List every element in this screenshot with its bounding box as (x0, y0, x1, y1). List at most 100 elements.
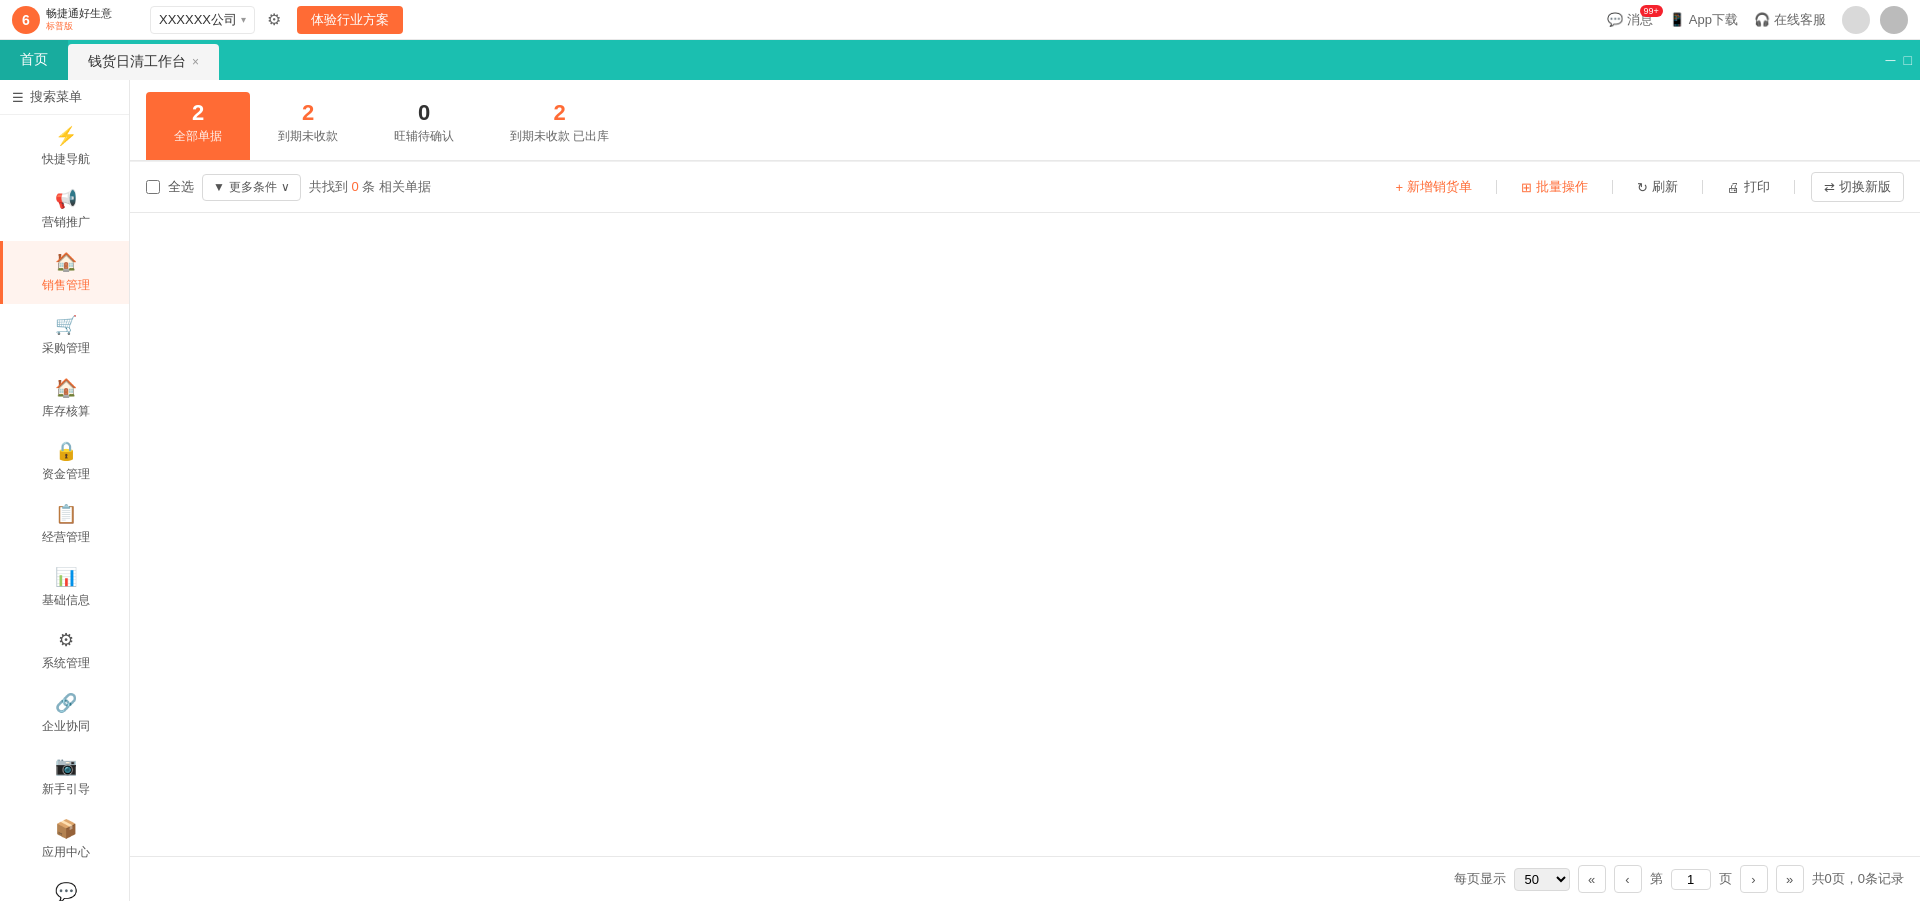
stat-tab-all[interactable]: 2 全部单据 (146, 92, 250, 160)
layout: ☰ 搜索菜单 ⚡ 快捷导航 📢 营销推广 🏠 销售管理 🛒 采购管理 🏠 库存核… (0, 80, 1920, 901)
online-service-label: 在线客服 (1774, 11, 1826, 29)
stat-label-overdue-unpaid: 到期未收款 (278, 128, 338, 145)
sidebar-item-marketing[interactable]: 📢 营销推广 (0, 178, 129, 241)
chevron-down-icon: ▾ (241, 14, 246, 25)
company-name: XXXXXX公司 (159, 11, 237, 29)
toolbar-right: + 新增销货单 ⊞ 批量操作 ↻ 刷新 🖨 打印 (1387, 172, 1904, 202)
sidebar-label: 销售管理 (42, 277, 90, 294)
sidebar-label: 采购管理 (42, 340, 90, 357)
switch-version-button[interactable]: ⇄ 切换新版 (1811, 172, 1904, 202)
stat-tab-overdue-unpaid[interactable]: 2 到期未收款 (250, 92, 366, 160)
box-icon: 📦 (55, 818, 77, 840)
sidebar-item-purchase[interactable]: 🛒 采购管理 (0, 304, 129, 367)
gear-icon: ⚙ (58, 629, 74, 651)
lightning-icon: ⚡ (55, 125, 77, 147)
sidebar-item-enterprise[interactable]: 🔗 企业协同 (0, 682, 129, 745)
batch-op-button[interactable]: ⊞ 批量操作 (1513, 174, 1596, 200)
sidebar-label: 库存核算 (42, 403, 90, 420)
stat-count-overdue-unpaid: 2 (302, 100, 314, 126)
chevron-icon: ∨ (281, 180, 290, 194)
sidebar-item-operations[interactable]: 📋 经营管理 (0, 493, 129, 556)
inventory-icon: 🏠 (55, 377, 77, 399)
sidebar-item-base-info[interactable]: 📊 基础信息 (0, 556, 129, 619)
avatar[interactable] (1842, 6, 1870, 34)
search-menu-button[interactable]: ☰ 搜索菜单 (0, 80, 129, 115)
print-button[interactable]: 🖨 打印 (1719, 174, 1778, 200)
sidebar-item-app-center[interactable]: 📦 应用中心 (0, 808, 129, 871)
company-selector[interactable]: XXXXXX公司 ▾ (150, 6, 255, 34)
trial-button[interactable]: 体验行业方案 (297, 6, 403, 34)
sidebar-item-finance[interactable]: 🔒 资金管理 (0, 430, 129, 493)
logo: 6 畅捷通好生意 标普版 (12, 6, 142, 34)
app-download-button[interactable]: 📱 App下载 (1669, 11, 1738, 29)
sidebar-label: 应用中心 (42, 844, 90, 861)
tab-home[interactable]: 首页 (0, 40, 68, 80)
toolbar: 全选 ▼ 更多条件 ∨ 共找到 0 条 相关单据 + 新增销货单 (130, 162, 1920, 213)
clipboard-icon: 📋 (55, 503, 77, 525)
new-sale-button[interactable]: + 新增销货单 (1387, 174, 1480, 200)
switch-version-label: 切换新版 (1839, 178, 1891, 196)
filter-button[interactable]: ▼ 更多条件 ∨ (202, 174, 301, 201)
batch-icon: ⊞ (1521, 180, 1532, 195)
page-prefix: 第 (1650, 870, 1663, 888)
stats-tabs: 2 全部单据 2 到期未收款 0 旺辅待确认 2 到期未收款 已出库 (130, 80, 1920, 161)
lock-icon: 🔒 (55, 440, 77, 462)
stat-tab-overdue-unshipped[interactable]: 2 到期未收款 已出库 (482, 92, 637, 160)
sidebar-item-quick-nav[interactable]: ⚡ 快捷导航 (0, 115, 129, 178)
search-menu-label: 搜索菜单 (30, 88, 82, 106)
stat-tab-wangwang[interactable]: 0 旺辅待确认 (366, 92, 482, 160)
refresh-button[interactable]: ↻ 刷新 (1629, 174, 1686, 200)
found-text: 共找到 0 条 相关单据 (309, 178, 431, 196)
nav-tabs: 首页 钱货日清工作台 × ─ □ (0, 40, 1920, 80)
next-page-button[interactable]: › (1740, 865, 1768, 893)
sidebar-item-wechat[interactable]: 💬 企业微信 (0, 871, 129, 901)
first-page-button[interactable]: « (1578, 865, 1606, 893)
online-service-button[interactable]: 🎧 在线客服 (1754, 11, 1826, 29)
divider4 (1794, 180, 1795, 194)
filter-label: 更多条件 (229, 179, 277, 196)
filter-icon: ▼ (213, 180, 225, 194)
divider2 (1612, 180, 1613, 194)
sidebar-label: 资金管理 (42, 466, 90, 483)
tab-active[interactable]: 钱货日清工作台 × (68, 44, 219, 80)
sidebar-item-newbie[interactable]: 📷 新手引导 (0, 745, 129, 808)
sidebar-label: 企业协同 (42, 718, 90, 735)
top-bar-right: 💬 消息 99+ 📱 App下载 🎧 在线客服 (1607, 6, 1908, 34)
logo-icon: 6 (12, 6, 40, 34)
batch-op-label: 批量操作 (1536, 178, 1588, 196)
sidebar-item-system[interactable]: ⚙ 系统管理 (0, 619, 129, 682)
content-area (130, 213, 1920, 856)
prev-page-button[interactable]: ‹ (1614, 865, 1642, 893)
stat-count-overdue-unshipped: 2 (554, 100, 566, 126)
sidebar-label: 基础信息 (42, 592, 90, 609)
plus-icon: + (1395, 180, 1403, 195)
avatar-extra[interactable] (1880, 6, 1908, 34)
minimize-icon[interactable]: ─ (1886, 52, 1896, 68)
stat-label-overdue-unshipped: 到期未收款 已出库 (510, 128, 609, 145)
select-all-checkbox[interactable] (146, 180, 160, 194)
new-sale-label: 新增销货单 (1407, 178, 1472, 196)
message-button[interactable]: 💬 消息 99+ (1607, 11, 1653, 29)
stat-count-wangwang: 0 (418, 100, 430, 126)
stat-label-wangwang: 旺辅待确认 (394, 128, 454, 145)
message-icon: 💬 (1607, 12, 1623, 27)
sidebar-item-sales[interactable]: 🏠 销售管理 (0, 241, 129, 304)
sidebar-label: 新手引导 (42, 781, 90, 798)
guide-icon: 📷 (55, 755, 77, 777)
last-page-button[interactable]: » (1776, 865, 1804, 893)
home-icon: 🏠 (55, 251, 77, 273)
per-page-select[interactable]: 50 20 100 (1514, 868, 1570, 891)
maximize-icon[interactable]: □ (1904, 52, 1912, 68)
stat-label-all: 全部单据 (174, 128, 222, 145)
settings-icon[interactable]: ⚙ (263, 6, 285, 33)
per-page-label: 每页显示 (1454, 870, 1506, 888)
app-download-label: App下载 (1689, 11, 1738, 29)
mobile-icon: 📱 (1669, 12, 1685, 27)
close-tab-icon[interactable]: × (192, 55, 199, 69)
sidebar-label: 经营管理 (42, 529, 90, 546)
message-badge: 99+ (1640, 5, 1663, 17)
divider (1496, 180, 1497, 194)
page-input[interactable] (1671, 869, 1711, 890)
sidebar-item-inventory[interactable]: 🏠 库存核算 (0, 367, 129, 430)
page-suffix: 页 (1719, 870, 1732, 888)
